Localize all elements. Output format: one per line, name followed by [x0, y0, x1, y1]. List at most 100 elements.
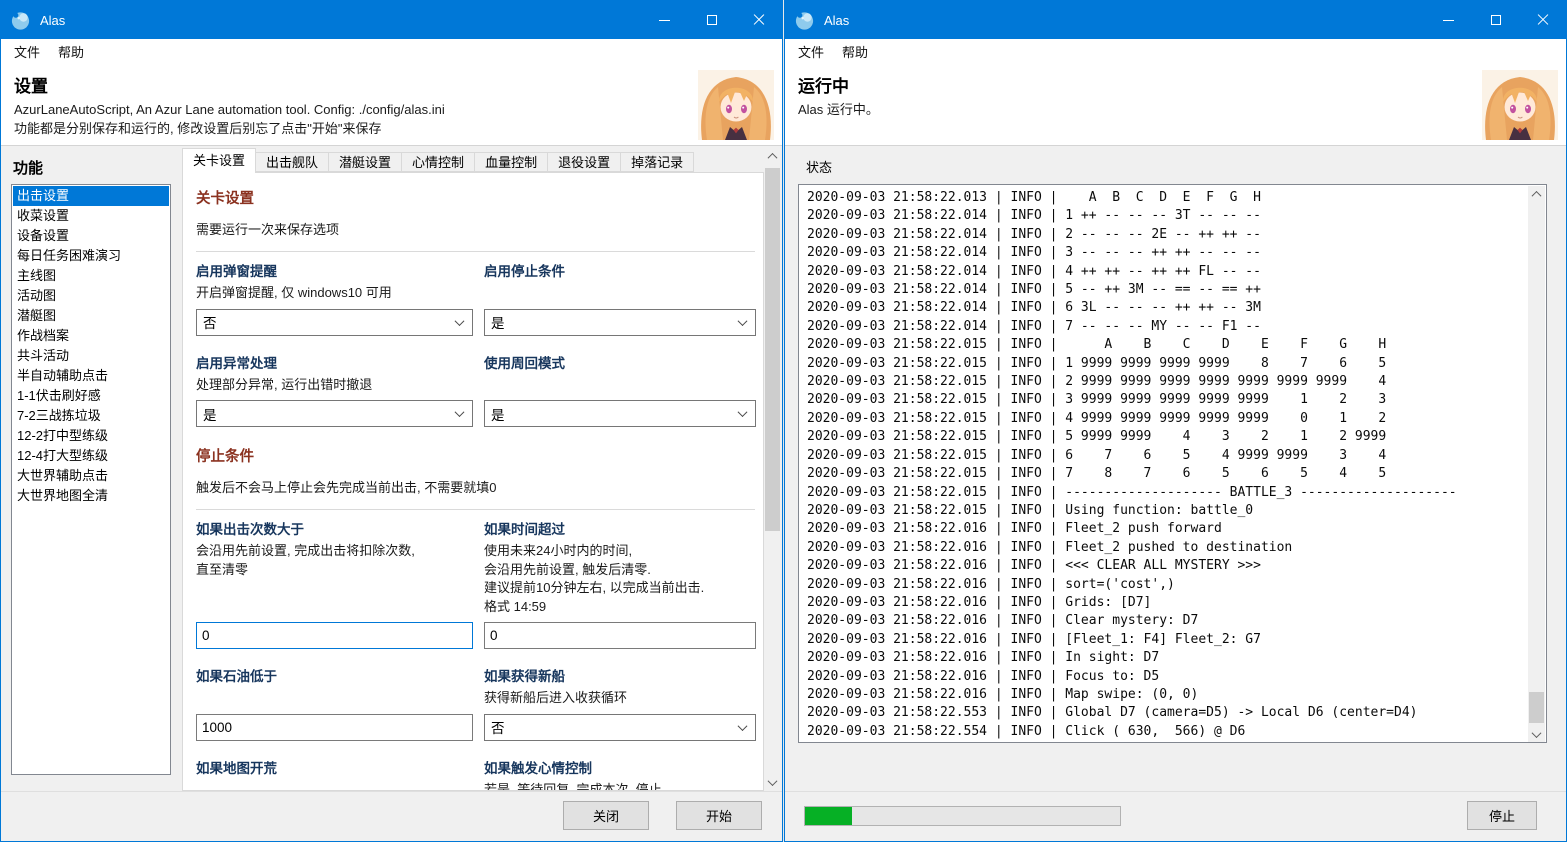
- header-description-1: AzurLaneAutoScript, An Azur Lane automat…: [14, 100, 782, 119]
- dropdown[interactable]: 否: [196, 309, 473, 336]
- scrollbar-thumb[interactable]: [1529, 692, 1544, 723]
- form-field: 如果获得新船获得新船后进入收获循环否: [484, 667, 756, 741]
- tab[interactable]: 掉落记录: [620, 152, 694, 172]
- field-label: 使用周回模式: [484, 354, 756, 373]
- scrollbar-thumb[interactable]: [765, 168, 780, 531]
- tab[interactable]: 退役设置: [547, 152, 621, 172]
- chevron-down-icon: [738, 316, 748, 326]
- scroll-up-icon[interactable]: [764, 148, 781, 165]
- dropdown[interactable]: 是: [196, 400, 473, 427]
- sidebar-item[interactable]: 12-4打大型练级: [13, 446, 169, 466]
- sidebar-item[interactable]: 大世界辅助点击: [13, 466, 169, 486]
- settings-form: 关卡设置需要运行一次来保存选项启用弹窗提醒开启弹窗提醒, 仅 windows10…: [183, 187, 763, 791]
- sidebar-item[interactable]: 7-2三战拣垃圾: [13, 406, 169, 426]
- footer-bar: 关闭 开始: [1, 791, 782, 842]
- minimize-button[interactable]: [1425, 1, 1472, 39]
- menubar: 文件 帮助: [785, 39, 1566, 64]
- divider: [196, 251, 755, 252]
- form-field: 启用异常处理处理部分异常, 运行出错时撤退是: [196, 354, 473, 428]
- chevron-down-icon: [738, 407, 748, 417]
- sidebar-item[interactable]: 主线图: [13, 266, 169, 286]
- avatar: [1482, 70, 1558, 140]
- log-line: 2020-09-03 21:58:22.014 | INFO | 7 -- --…: [807, 318, 1546, 336]
- section-description: 触发后不会马上停止会先完成当前出击, 不需要就填0: [196, 477, 755, 496]
- log-scrollbar[interactable]: [1528, 186, 1545, 743]
- field-label: 启用停止条件: [484, 262, 756, 281]
- dropdown[interactable]: 是: [484, 309, 756, 336]
- log-line: 2020-09-03 21:58:22.015 | INFO | A B C D…: [807, 336, 1546, 354]
- sidebar-item[interactable]: 1-1伏击刷好感: [13, 386, 169, 406]
- maximize-icon: [707, 15, 717, 25]
- sidebar-item[interactable]: 作战档案: [13, 326, 169, 346]
- scroll-down-icon[interactable]: [1528, 726, 1545, 743]
- maximize-button[interactable]: [688, 1, 735, 39]
- titlebar: Alas: [1, 1, 782, 39]
- tab[interactable]: 关卡设置: [182, 148, 256, 173]
- maximize-button[interactable]: [1472, 1, 1519, 39]
- log-line: 2020-09-03 21:58:22.015 | INFO | -------…: [807, 484, 1546, 502]
- progress-fill: [805, 807, 852, 825]
- sidebar-item[interactable]: 收菜设置: [13, 206, 169, 226]
- tab[interactable]: 潜艇设置: [328, 152, 402, 172]
- log-line: 2020-09-03 21:58:22.016 | INFO | [Fleet_…: [807, 631, 1546, 649]
- log-line: 2020-09-03 21:58:22.015 | INFO | 5 9999 …: [807, 428, 1546, 446]
- sidebar-item[interactable]: 每日任务困难演习: [13, 246, 169, 266]
- field-description: 会沿用先前设置, 完成出击将扣除次数, 直至清零: [196, 542, 473, 579]
- sidebar-item[interactable]: 设备设置: [13, 226, 169, 246]
- form-field: 如果地图开荒: [196, 759, 473, 792]
- text-input[interactable]: 1000: [196, 714, 473, 741]
- scroll-down-icon[interactable]: [764, 774, 781, 791]
- sidebar-item[interactable]: 潜艇图: [13, 306, 169, 326]
- menu-help[interactable]: 帮助: [833, 39, 877, 64]
- dropdown[interactable]: 是: [484, 400, 756, 427]
- sidebar-item[interactable]: 活动图: [13, 286, 169, 306]
- tab[interactable]: 心情控制: [401, 152, 475, 172]
- text-input[interactable]: 0: [484, 622, 756, 649]
- field-label: 启用弹窗提醒: [196, 262, 473, 281]
- minimize-button[interactable]: [641, 1, 688, 39]
- header: 设置 AzurLaneAutoScript, An Azur Lane auto…: [1, 64, 782, 146]
- text-input[interactable]: 0: [196, 622, 473, 649]
- field-description: 处理部分异常, 运行出错时撤退: [196, 376, 473, 395]
- log-line: 2020-09-03 21:58:22.014 | INFO | 6 3L --…: [807, 299, 1546, 317]
- menu-file[interactable]: 文件: [5, 39, 49, 64]
- sidebar-item[interactable]: 大世界地图全清: [13, 486, 169, 506]
- form-field: 如果出击次数大于会沿用先前设置, 完成出击将扣除次数, 直至清零0: [196, 520, 473, 649]
- settings-scrollbar[interactable]: [764, 148, 781, 791]
- field-description: 使用未来24小时内的时间, 会沿用先前设置, 触发后清零. 建议提前10分钟左右…: [484, 542, 756, 616]
- close-window-button[interactable]: [735, 1, 782, 39]
- close-window-button[interactable]: [1519, 1, 1566, 39]
- log-line: 2020-09-03 21:58:22.016 | INFO | In sigh…: [807, 649, 1546, 667]
- menu-file[interactable]: 文件: [789, 39, 833, 64]
- sidebar-item[interactable]: 半自动辅助点击: [13, 366, 169, 386]
- sidebar-item[interactable]: 共斗活动: [13, 346, 169, 366]
- dropdown[interactable]: 否: [484, 714, 756, 741]
- form-row: 如果石油低于1000如果获得新船获得新船后进入收获循环否: [196, 667, 755, 741]
- start-button[interactable]: 开始: [676, 801, 762, 830]
- section-title: 关卡设置: [196, 187, 755, 208]
- window-title: Alas: [40, 13, 65, 28]
- sidebar-heading: 功能: [13, 157, 43, 178]
- menu-help[interactable]: 帮助: [49, 39, 93, 64]
- sidebar-item[interactable]: 出击设置: [13, 186, 169, 206]
- form-field: 启用弹窗提醒开启弹窗提醒, 仅 windows10 可用否: [196, 262, 473, 336]
- close-button[interactable]: 关闭: [563, 801, 649, 830]
- sidebar-item[interactable]: 12-2打中型练级: [13, 426, 169, 446]
- status-label: 状态: [806, 157, 832, 176]
- scroll-up-icon[interactable]: [1528, 186, 1545, 203]
- function-listbox[interactable]: 出击设置收菜设置设备设置每日任务困难演习主线图活动图潜艇图作战档案共斗活动半自动…: [11, 184, 171, 775]
- tab[interactable]: 血量控制: [474, 152, 548, 172]
- field-label: 如果触发心情控制: [484, 759, 756, 778]
- field-label: 启用异常处理: [196, 354, 473, 373]
- minimize-icon: [1443, 20, 1454, 21]
- tab[interactable]: 出击舰队: [255, 152, 329, 172]
- field-label: 如果地图开荒: [196, 759, 473, 778]
- dropdown-value: 是: [491, 404, 505, 424]
- divider: [196, 509, 755, 510]
- log-console: 2020-09-03 21:58:22.013 | INFO | A B C D…: [798, 184, 1547, 743]
- stop-button[interactable]: 停止: [1467, 801, 1537, 830]
- close-icon: [753, 14, 765, 26]
- dropdown-value: 否: [491, 717, 505, 737]
- titlebar: Alas: [785, 1, 1566, 39]
- log-line: 2020-09-03 21:58:22.015 | INFO | 7 8 7 6…: [807, 465, 1546, 483]
